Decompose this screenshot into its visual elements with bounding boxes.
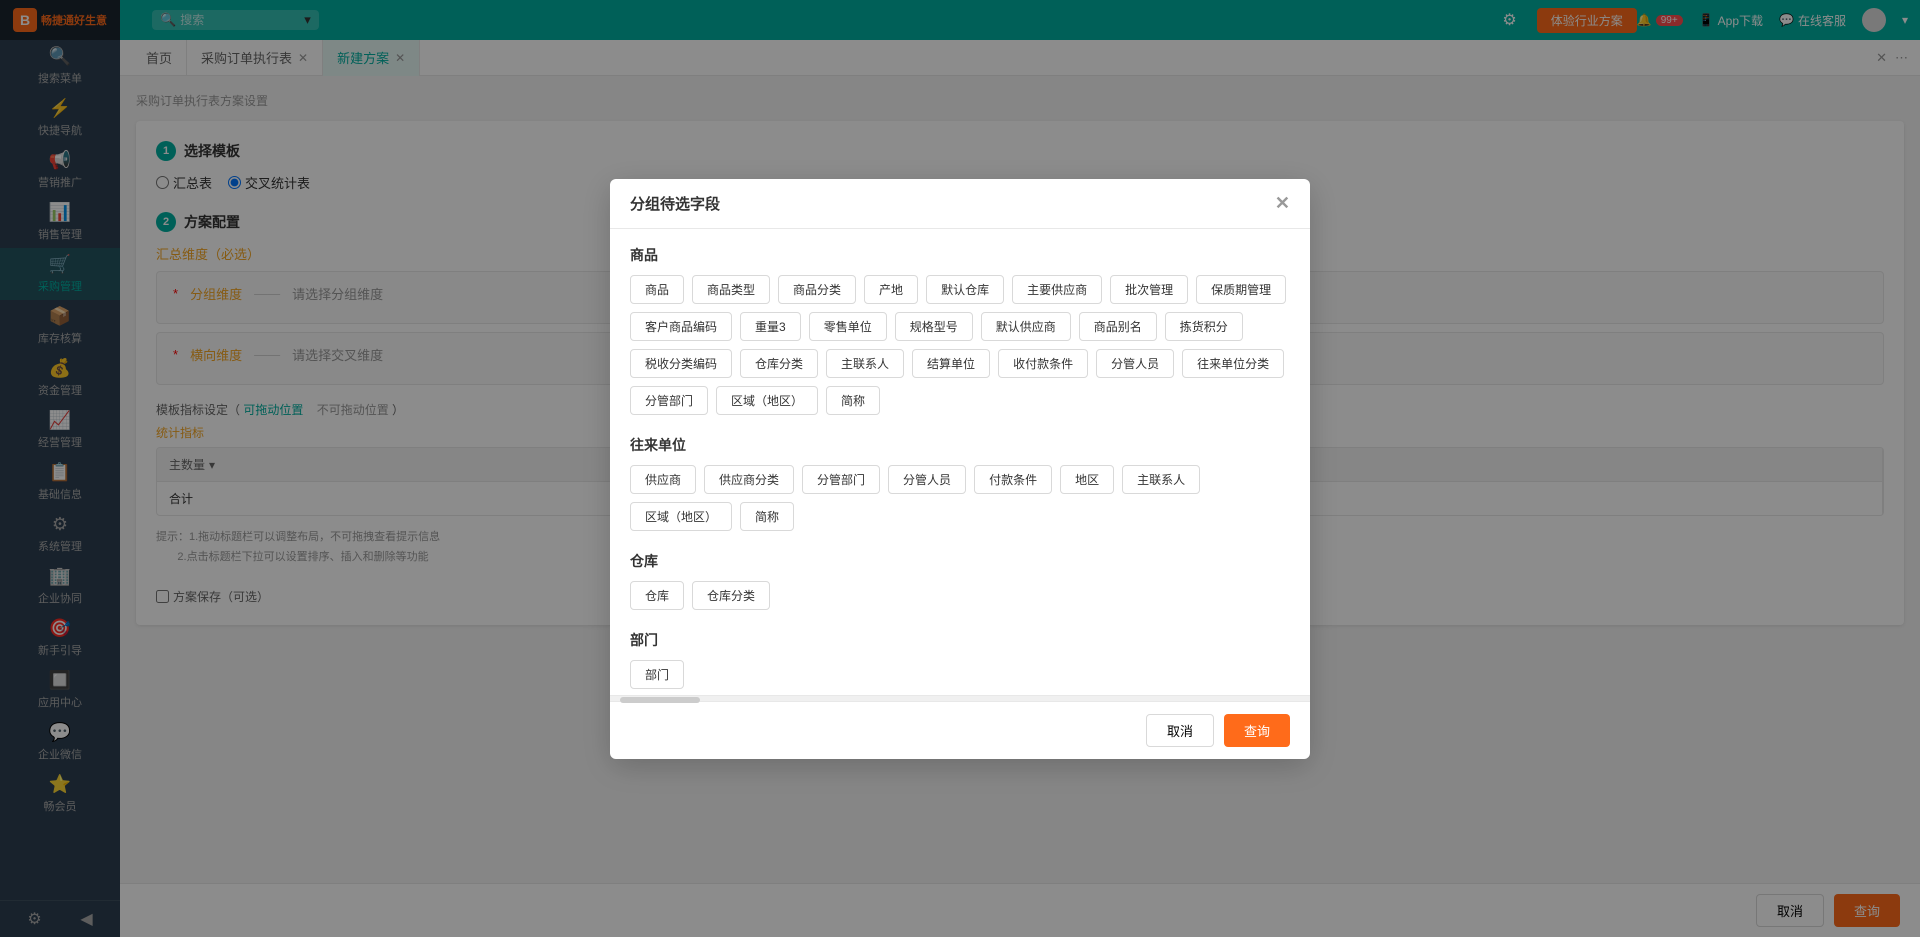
modal-overlay[interactable]: 分组待选字段 ✕ 商品商品商品类型商品分类产地默认仓库主要供应商批次管理保质期管… [0,0,1920,937]
field-tags-部门: 部门 [630,660,1290,689]
field-tag-供应商分类[interactable]: 供应商分类 [704,465,794,494]
modal-dialog: 分组待选字段 ✕ 商品商品商品类型商品分类产地默认仓库主要供应商批次管理保质期管… [610,179,1310,759]
field-group-title-仓库: 仓库 [630,551,1290,571]
field-tags-仓库: 仓库仓库分类 [630,581,1290,610]
field-tag-保质期管理[interactable]: 保质期管理 [1196,275,1286,304]
field-tag-仓库分类[interactable]: 仓库分类 [692,581,770,610]
field-tag-仓库分类[interactable]: 仓库分类 [740,349,818,378]
field-tag-地区[interactable]: 地区 [1060,465,1114,494]
modal-body: 商品商品商品类型商品分类产地默认仓库主要供应商批次管理保质期管理客户商品编码重量… [610,229,1310,695]
field-group-title-往来单位: 往来单位 [630,435,1290,455]
modal-header: 分组待选字段 ✕ [610,179,1310,229]
field-tag-商品分类[interactable]: 商品分类 [778,275,856,304]
field-tag-结算单位[interactable]: 结算单位 [912,349,990,378]
field-tags-商品: 商品商品类型商品分类产地默认仓库主要供应商批次管理保质期管理客户商品编码重量3 零… [630,275,1290,415]
field-tag-拣货积分[interactable]: 拣货积分 [1165,312,1243,341]
field-tag-客户商品编码[interactable]: 客户商品编码 [630,312,732,341]
field-group-仓库: 仓库仓库仓库分类 [630,551,1290,610]
modal-confirm-btn[interactable]: 查询 [1224,714,1290,747]
field-tag-默认供应商[interactable]: 默认供应商 [981,312,1071,341]
field-tag-部门[interactable]: 部门 [630,660,684,689]
field-tag-税收分类编码[interactable]: 税收分类编码 [630,349,732,378]
field-tag-主要供应商[interactable]: 主要供应商 [1012,275,1102,304]
field-group-title-商品: 商品 [630,245,1290,265]
field-tag-商品类型[interactable]: 商品类型 [692,275,770,304]
field-tag-分管人员[interactable]: 分管人员 [1096,349,1174,378]
modal-close-btn[interactable]: ✕ [1275,193,1290,214]
field-tag-商品[interactable]: 商品 [630,275,684,304]
field-tag-仓库[interactable]: 仓库 [630,581,684,610]
field-tag-产地[interactable]: 产地 [864,275,918,304]
field-group-商品: 商品商品商品类型商品分类产地默认仓库主要供应商批次管理保质期管理客户商品编码重量… [630,245,1290,415]
field-tag-往来单位分类[interactable]: 往来单位分类 [1182,349,1284,378]
field-tag-收付款条件[interactable]: 收付款条件 [998,349,1088,378]
field-tag-零售单位[interactable]: 零售单位 [809,312,887,341]
field-tag-分管部门[interactable]: 分管部门 [630,386,708,415]
field-tag-简称[interactable]: 简称 [740,502,794,531]
modal-cancel-btn[interactable]: 取消 [1146,714,1214,747]
field-tag-主联系人[interactable]: 主联系人 [1122,465,1200,494]
field-tag-简称[interactable]: 简称 [826,386,880,415]
field-tag-重量3[interactable]: 重量3 [740,312,801,341]
field-tag-规格型号[interactable]: 规格型号 [895,312,973,341]
field-tag-商品别名[interactable]: 商品别名 [1079,312,1157,341]
field-tags-往来单位: 供应商供应商分类分管部门分管人员付款条件地区主联系人区域（地区） 简称 [630,465,1290,531]
field-group-title-部门: 部门 [630,630,1290,650]
field-tag-区域（地区）[interactable]: 区域（地区） [630,502,732,531]
modal-title: 分组待选字段 [630,193,720,214]
field-tag-默认仓库[interactable]: 默认仓库 [926,275,1004,304]
field-tag-付款条件[interactable]: 付款条件 [974,465,1052,494]
field-tag-批次管理[interactable]: 批次管理 [1110,275,1188,304]
field-tag-分管人员[interactable]: 分管人员 [888,465,966,494]
field-tag-分管部门[interactable]: 分管部门 [802,465,880,494]
modal-hscroll[interactable] [610,695,1310,701]
field-tag-供应商[interactable]: 供应商 [630,465,696,494]
field-tag-主联系人[interactable]: 主联系人 [826,349,904,378]
field-group-部门: 部门部门 [630,630,1290,689]
modal-footer: 取消 查询 [610,701,1310,759]
field-group-往来单位: 往来单位供应商供应商分类分管部门分管人员付款条件地区主联系人区域（地区） 简称 [630,435,1290,531]
field-tag-区域（地区）[interactable]: 区域（地区） [716,386,818,415]
modal-hscroll-thumb [620,697,700,703]
